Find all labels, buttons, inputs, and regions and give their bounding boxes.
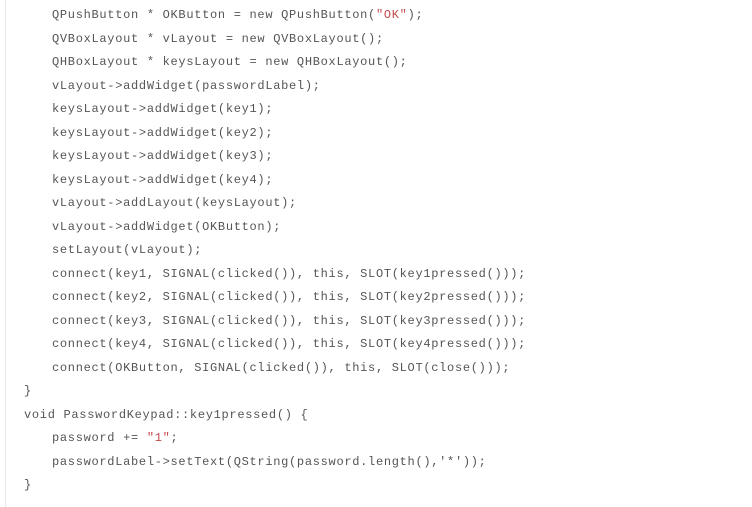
code-text: keysLayout->addWidget(key3); <box>52 149 273 163</box>
code-text: } <box>24 478 32 492</box>
code-line: connect(key4, SIGNAL(clicked()), this, S… <box>12 333 752 357</box>
code-text: void PasswordKeypad::key1pressed() { <box>24 408 308 422</box>
code-line: vLayout->addLayout(keysLayout); <box>12 192 752 216</box>
string-literal: "1" <box>147 431 171 445</box>
code-line: connect(key2, SIGNAL(clicked()), this, S… <box>12 286 752 310</box>
code-text: keysLayout->addWidget(key4); <box>52 173 273 187</box>
code-line: keysLayout->addWidget(key1); <box>12 98 752 122</box>
code-line: QVBoxLayout * vLayout = new QVBoxLayout(… <box>12 28 752 52</box>
code-text: passwordLabel->setText(QString(password.… <box>52 455 487 469</box>
code-line: vLayout->addWidget(OKButton); <box>12 216 752 240</box>
code-line: QHBoxLayout * keysLayout = new QHBoxLayo… <box>12 51 752 75</box>
code-text: password += <box>52 431 147 445</box>
code-line: connect(key1, SIGNAL(clicked()), this, S… <box>12 263 752 287</box>
code-text: connect(OKButton, SIGNAL(clicked()), thi… <box>52 361 510 375</box>
code-text: setLayout(vLayout); <box>52 243 202 257</box>
string-literal: "OK" <box>376 8 408 22</box>
code-line: connect(OKButton, SIGNAL(clicked()), thi… <box>12 357 752 381</box>
code-text: keysLayout->addWidget(key2); <box>52 126 273 140</box>
code-text: vLayout->addWidget(OKButton); <box>52 220 281 234</box>
code-text: QPushButton * OKButton = new QPushButton… <box>52 8 376 22</box>
code-line: vLayout->addWidget(passwordLabel); <box>12 75 752 99</box>
code-line: password += "1"; <box>12 427 752 451</box>
code-line: passwordLabel->setText(QString(password.… <box>12 451 752 475</box>
code-text: vLayout->addWidget(passwordLabel); <box>52 79 321 93</box>
code-line: setLayout(vLayout); <box>12 239 752 263</box>
code-text: connect(key4, SIGNAL(clicked()), this, S… <box>52 337 526 351</box>
code-text: ); <box>408 8 424 22</box>
code-line: void PasswordKeypad::key1pressed() { <box>12 404 752 428</box>
code-line: } <box>12 380 752 404</box>
code-line: QPushButton * OKButton = new QPushButton… <box>12 4 752 28</box>
code-line: keysLayout->addWidget(key2); <box>12 122 752 146</box>
code-line: } <box>12 474 752 498</box>
code-text: connect(key1, SIGNAL(clicked()), this, S… <box>52 267 526 281</box>
code-text: QVBoxLayout * vLayout = new QVBoxLayout(… <box>52 32 384 46</box>
code-text: connect(key3, SIGNAL(clicked()), this, S… <box>52 314 526 328</box>
code-text: keysLayout->addWidget(key1); <box>52 102 273 116</box>
code-line: connect(key3, SIGNAL(clicked()), this, S… <box>12 310 752 334</box>
code-line: keysLayout->addWidget(key4); <box>12 169 752 193</box>
code-text: QHBoxLayout * keysLayout = new QHBoxLayo… <box>52 55 408 69</box>
code-text: } <box>24 384 32 398</box>
code-line: keysLayout->addWidget(key3); <box>12 145 752 169</box>
gutter-border <box>5 0 6 507</box>
code-block: QPushButton * OKButton = new QPushButton… <box>12 0 752 498</box>
code-text: ; <box>171 431 179 445</box>
code-text: connect(key2, SIGNAL(clicked()), this, S… <box>52 290 526 304</box>
code-text: vLayout->addLayout(keysLayout); <box>52 196 297 210</box>
